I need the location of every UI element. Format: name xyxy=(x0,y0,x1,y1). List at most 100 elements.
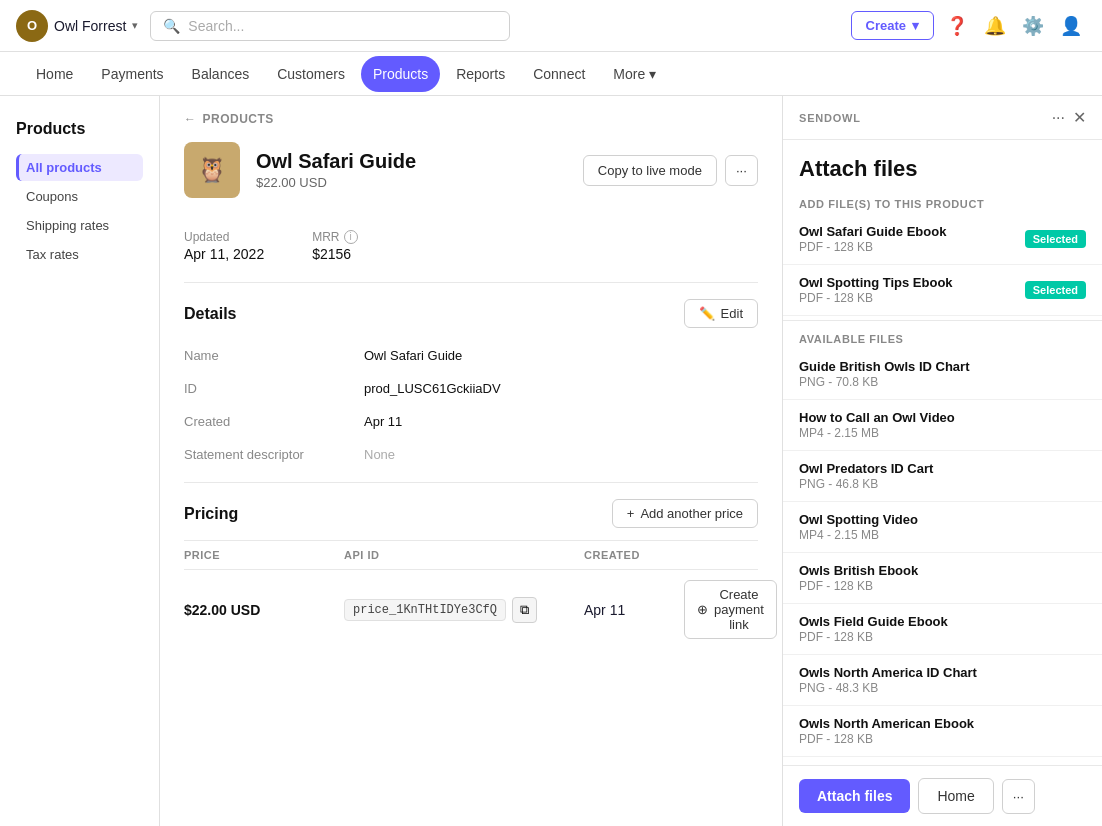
mrr-label: MRR i xyxy=(312,230,357,244)
price-table-header: PRICE API ID CREATED xyxy=(184,541,758,570)
copy-live-mode-button[interactable]: Copy to live mode xyxy=(583,155,717,186)
detail-label-name: Name xyxy=(184,344,364,367)
copy-api-id-button[interactable]: ⧉ xyxy=(512,597,537,623)
pricing-section: Pricing + Add another price PRICE API ID… xyxy=(160,483,782,665)
price-amount: $22.00 USD xyxy=(184,602,344,618)
help-button[interactable]: ❓ xyxy=(942,11,972,41)
account-button[interactable]: 👤 xyxy=(1056,11,1086,41)
panel-close-button[interactable]: ✕ xyxy=(1073,108,1086,127)
file-name: Owls North America ID Chart xyxy=(799,665,977,680)
search-bar[interactable]: 🔍 Search... xyxy=(150,11,510,41)
user-menu-chevron-icon: ▾ xyxy=(132,19,138,32)
panel-more-button[interactable]: ··· xyxy=(1052,109,1065,127)
panel-brand: SENDOWL xyxy=(799,112,861,124)
file-info: Owl Spotting Video MP4 - 2.15 MB xyxy=(799,512,918,542)
file-info: Owl Spotting Tips Ebook PDF - 128 KB xyxy=(799,275,953,305)
details-section: Details ✏️ Edit Name Owl Safari Guide ID… xyxy=(160,283,782,482)
api-id-box: price_1KnTHtIDYe3CfQ ⧉ xyxy=(344,597,584,623)
file-info: Owls North American Ebook PDF - 128 KB xyxy=(799,716,974,746)
files-section: ADD FILE(S) TO THIS PRODUCT Owl Safari G… xyxy=(783,190,1102,765)
mrr-info-icon[interactable]: i xyxy=(344,230,358,244)
product-metadata: Updated Apr 11, 2022 MRR i $2156 xyxy=(160,218,782,282)
file-meta: MP4 - 2.15 MB xyxy=(799,426,955,440)
product-image: 🦉 xyxy=(184,142,240,198)
sidebar-item-tax-rates[interactable]: Tax rates xyxy=(16,241,143,268)
search-icon: 🔍 xyxy=(163,18,180,34)
list-item[interactable]: Owls British Ebook PDF - 128 KB xyxy=(783,553,1102,604)
detail-label-id: ID xyxy=(184,377,364,400)
create-label: Create xyxy=(866,18,906,33)
list-item[interactable]: Owls Field Guide Ebook PDF - 128 KB xyxy=(783,604,1102,655)
details-header: Details ✏️ Edit xyxy=(184,299,758,328)
list-item[interactable]: Owl Predators ID Cart PNG - 46.8 KB xyxy=(783,451,1102,502)
file-name: Owl Spotting Video xyxy=(799,512,918,527)
sidebar-title: Products xyxy=(16,120,143,138)
file-info: Owls North America ID Chart PNG - 48.3 K… xyxy=(799,665,977,695)
attach-files-button[interactable]: Attach files xyxy=(799,779,910,813)
file-meta: PDF - 128 KB xyxy=(799,579,918,593)
sidebar-item-shipping-rates[interactable]: Shipping rates xyxy=(16,212,143,239)
more-chevron-icon: ▾ xyxy=(649,66,656,82)
col-api-id: API ID xyxy=(344,549,584,561)
detail-value-id: prod_LUSC61GckiiaDV xyxy=(364,377,758,400)
detail-value-name: Owl Safari Guide xyxy=(364,344,758,367)
updated-label: Updated xyxy=(184,230,264,244)
detail-label-created: Created xyxy=(184,410,364,433)
panel-footer: Attach files Home ··· xyxy=(783,765,1102,826)
secondary-navigation: Home Payments Balances Customers Product… xyxy=(0,52,1102,96)
nav-products[interactable]: Products xyxy=(361,56,440,92)
list-item[interactable]: Owl Safari Guide Ebook PDF - 128 KB Sele… xyxy=(783,214,1102,265)
list-item[interactable]: Owls North America ID Chart PNG - 48.3 K… xyxy=(783,655,1102,706)
updated-meta: Updated Apr 11, 2022 xyxy=(184,230,264,262)
edit-button[interactable]: ✏️ Edit xyxy=(684,299,758,328)
file-name: Owls British Ebook xyxy=(799,563,918,578)
product-more-button[interactable]: ··· xyxy=(725,155,758,186)
settings-button[interactable]: ⚙️ xyxy=(1018,11,1048,41)
file-info: Owl Safari Guide Ebook PDF - 128 KB xyxy=(799,224,946,254)
nav-balances[interactable]: Balances xyxy=(180,56,262,92)
list-item[interactable]: Owls North American Ebook PDF - 128 KB xyxy=(783,706,1102,757)
price-table: PRICE API ID CREATED $22.00 USD price_1K… xyxy=(184,540,758,649)
detail-value-statement-descriptor: None xyxy=(364,443,758,466)
selected-badge: Selected xyxy=(1025,281,1086,299)
price-row-actions: ⊕ Create payment link ··· xyxy=(684,580,782,639)
col-actions xyxy=(684,549,758,561)
create-payment-link-button[interactable]: ⊕ Create payment link xyxy=(684,580,777,639)
nav-connect[interactable]: Connect xyxy=(521,56,597,92)
file-meta: MP4 - 2.15 MB xyxy=(799,528,918,542)
panel-title: Attach files xyxy=(783,140,1102,190)
file-meta: PDF - 128 KB xyxy=(799,240,946,254)
available-files-label: AVAILABLE FILES xyxy=(783,325,1102,349)
list-item[interactable]: Guide British Owls ID Chart PNG - 70.8 K… xyxy=(783,349,1102,400)
file-meta: PDF - 128 KB xyxy=(799,291,953,305)
user-menu[interactable]: O Owl Forrest ▾ xyxy=(16,10,138,42)
sidebar-item-all-products[interactable]: All products xyxy=(16,154,143,181)
nav-customers[interactable]: Customers xyxy=(265,56,357,92)
panel-footer-more-button[interactable]: ··· xyxy=(1002,779,1035,814)
nav-more[interactable]: More ▾ xyxy=(601,56,668,92)
panel-home-button[interactable]: Home xyxy=(918,778,993,814)
list-item[interactable]: How to Call an Owl Video MP4 - 2.15 MB xyxy=(783,400,1102,451)
updated-value: Apr 11, 2022 xyxy=(184,246,264,262)
file-name: Guide British Owls ID Chart xyxy=(799,359,969,374)
right-panel: SENDOWL ··· ✕ Attach files ADD FILE(S) T… xyxy=(782,96,1102,826)
pricing-title: Pricing xyxy=(184,505,238,523)
nav-home[interactable]: Home xyxy=(24,56,85,92)
breadcrumb: ← PRODUCTS xyxy=(160,96,782,134)
nav-payments[interactable]: Payments xyxy=(89,56,175,92)
file-name: How to Call an Owl Video xyxy=(799,410,955,425)
product-info: Owl Safari Guide $22.00 USD xyxy=(256,150,567,190)
breadcrumb-parent[interactable]: PRODUCTS xyxy=(203,112,274,126)
list-item[interactable]: Owl Spotting Video MP4 - 2.15 MB xyxy=(783,502,1102,553)
user-name: Owl Forrest xyxy=(54,18,126,34)
nav-reports[interactable]: Reports xyxy=(444,56,517,92)
product-header: 🦉 Owl Safari Guide $22.00 USD Copy to li… xyxy=(160,134,782,218)
sidebar-item-coupons[interactable]: Coupons xyxy=(16,183,143,210)
create-button[interactable]: Create ▾ xyxy=(851,11,934,40)
list-item[interactable]: Owl Spotting Tips Ebook PDF - 128 KB Sel… xyxy=(783,265,1102,316)
file-name: Owl Predators ID Cart xyxy=(799,461,933,476)
add-price-button[interactable]: + Add another price xyxy=(612,499,758,528)
create-chevron-icon: ▾ xyxy=(912,18,919,33)
notifications-button[interactable]: 🔔 xyxy=(980,11,1010,41)
pricing-header: Pricing + Add another price xyxy=(184,499,758,528)
